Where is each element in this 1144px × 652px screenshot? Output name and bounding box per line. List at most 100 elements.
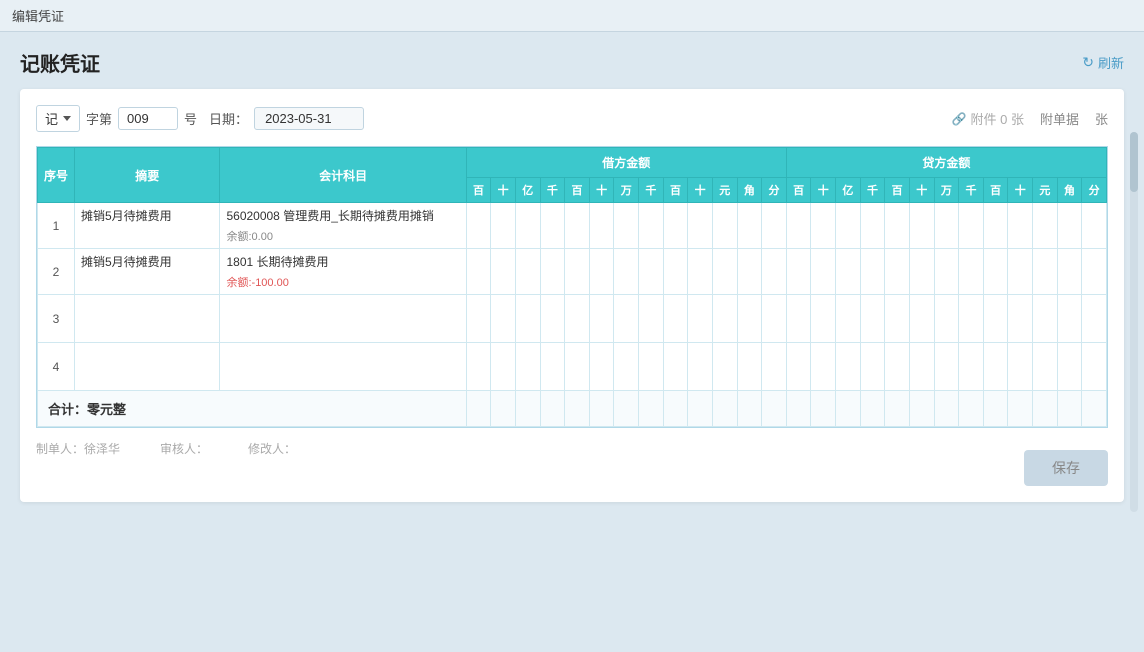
row-summary-0[interactable]: 摊销5月待摊费用 [74,203,220,249]
credit-cell-r2-c4[interactable] [885,295,910,343]
debit-cell-r0-c7[interactable] [639,203,664,249]
debit-cell-r3-c0[interactable] [466,343,491,391]
debit-cell-r3-c3[interactable] [540,343,565,391]
credit-cell-r0-c3[interactable] [860,203,885,249]
credit-cell-r1-c3[interactable] [860,249,885,295]
credit-cell-r0-c1[interactable] [811,203,836,249]
credit-cell-r1-c2[interactable] [836,249,861,295]
credit-cell-r3-c5[interactable] [909,343,934,391]
credit-cell-r3-c10[interactable] [1033,343,1058,391]
debit-cell-r0-c8[interactable] [663,203,688,249]
debit-cell-r1-c4[interactable] [565,249,590,295]
row-summary-1[interactable]: 摊销5月待摊费用 [74,249,220,295]
credit-cell-r0-c8[interactable] [983,203,1008,249]
credit-cell-r2-c2[interactable] [836,295,861,343]
credit-cell-r3-c3[interactable] [860,343,885,391]
credit-cell-r2-c0[interactable] [786,295,811,343]
credit-cell-r3-c6[interactable] [934,343,959,391]
scrollbar[interactable] [1130,132,1138,512]
credit-cell-r0-c5[interactable] [909,203,934,249]
debit-cell-r2-c6[interactable] [614,295,639,343]
debit-cell-r3-c11[interactable] [737,343,762,391]
credit-cell-r1-c6[interactable] [934,249,959,295]
credit-cell-r1-c1[interactable] [811,249,836,295]
credit-cell-r1-c12[interactable] [1082,249,1107,295]
credit-cell-r3-c4[interactable] [885,343,910,391]
save-button[interactable]: 保存 [1024,450,1108,486]
debit-cell-r1-c12[interactable] [762,249,787,295]
credit-cell-r0-c10[interactable] [1033,203,1058,249]
credit-cell-r1-c11[interactable] [1057,249,1082,295]
debit-cell-r0-c10[interactable] [712,203,737,249]
debit-cell-r2-c7[interactable] [639,295,664,343]
credit-cell-r1-c0[interactable] [786,249,811,295]
debit-cell-r1-c11[interactable] [737,249,762,295]
credit-cell-r3-c8[interactable] [983,343,1008,391]
credit-cell-r0-c4[interactable] [885,203,910,249]
debit-cell-r3-c8[interactable] [663,343,688,391]
date-field[interactable]: 2023-05-31 [254,107,364,130]
credit-cell-r3-c1[interactable] [811,343,836,391]
debit-cell-r0-c1[interactable] [491,203,516,249]
debit-cell-r3-c12[interactable] [762,343,787,391]
row-account-1[interactable]: 1801 长期待摊费用余额:-100.00 [220,249,466,295]
debit-cell-r2-c8[interactable] [663,295,688,343]
debit-cell-r1-c9[interactable] [688,249,713,295]
debit-cell-r0-c12[interactable] [762,203,787,249]
credit-cell-r3-c12[interactable] [1082,343,1107,391]
debit-cell-r1-c5[interactable] [589,249,614,295]
debit-cell-r0-c11[interactable] [737,203,762,249]
debit-cell-r2-c2[interactable] [515,295,540,343]
credit-cell-r0-c2[interactable] [836,203,861,249]
debit-cell-r2-c12[interactable] [762,295,787,343]
credit-cell-r1-c8[interactable] [983,249,1008,295]
debit-cell-r3-c10[interactable] [712,343,737,391]
credit-cell-r2-c11[interactable] [1057,295,1082,343]
debit-cell-r0-c0[interactable] [466,203,491,249]
row-summary-2[interactable] [74,295,220,343]
debit-cell-r3-c1[interactable] [491,343,516,391]
debit-cell-r0-c6[interactable] [614,203,639,249]
credit-cell-r0-c6[interactable] [934,203,959,249]
debit-cell-r2-c1[interactable] [491,295,516,343]
credit-cell-r0-c11[interactable] [1057,203,1082,249]
debit-cell-r0-c9[interactable] [688,203,713,249]
debit-cell-r3-c9[interactable] [688,343,713,391]
debit-cell-r2-c4[interactable] [565,295,590,343]
credit-cell-r2-c12[interactable] [1082,295,1107,343]
scrollbar-thumb[interactable] [1130,132,1138,192]
credit-cell-r1-c4[interactable] [885,249,910,295]
debit-cell-r0-c4[interactable] [565,203,590,249]
debit-cell-r2-c0[interactable] [466,295,491,343]
credit-cell-r1-c5[interactable] [909,249,934,295]
credit-cell-r2-c5[interactable] [909,295,934,343]
debit-cell-r0-c3[interactable] [540,203,565,249]
debit-cell-r3-c4[interactable] [565,343,590,391]
debit-cell-r2-c11[interactable] [737,295,762,343]
credit-cell-r1-c7[interactable] [959,249,984,295]
debit-cell-r0-c2[interactable] [515,203,540,249]
credit-cell-r0-c12[interactable] [1082,203,1107,249]
debit-cell-r0-c5[interactable] [589,203,614,249]
debit-cell-r3-c5[interactable] [589,343,614,391]
credit-cell-r2-c1[interactable] [811,295,836,343]
debit-cell-r3-c7[interactable] [639,343,664,391]
debit-cell-r1-c1[interactable] [491,249,516,295]
row-summary-3[interactable] [74,343,220,391]
credit-cell-r3-c7[interactable] [959,343,984,391]
debit-cell-r1-c3[interactable] [540,249,565,295]
debit-cell-r3-c2[interactable] [515,343,540,391]
credit-cell-r2-c6[interactable] [934,295,959,343]
row-account-3[interactable] [220,343,466,391]
debit-cell-r1-c0[interactable] [466,249,491,295]
debit-cell-r1-c2[interactable] [515,249,540,295]
credit-cell-r2-c3[interactable] [860,295,885,343]
credit-cell-r2-c10[interactable] [1033,295,1058,343]
credit-cell-r3-c11[interactable] [1057,343,1082,391]
debit-cell-r2-c5[interactable] [589,295,614,343]
credit-cell-r0-c9[interactable] [1008,203,1033,249]
credit-cell-r0-c0[interactable] [786,203,811,249]
credit-cell-r3-c0[interactable] [786,343,811,391]
voucher-number-field[interactable]: 009 [118,107,178,130]
debit-cell-r3-c6[interactable] [614,343,639,391]
